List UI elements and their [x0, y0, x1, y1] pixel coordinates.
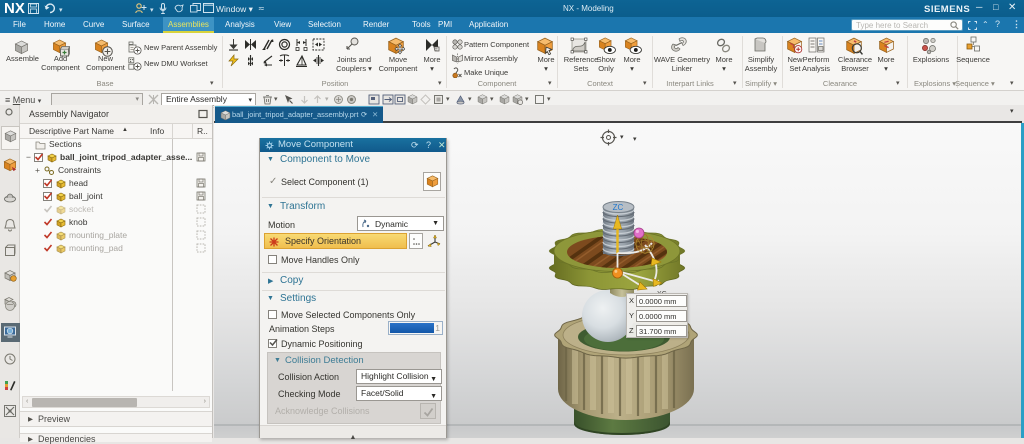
svg-text:ZC: ZC — [613, 203, 624, 212]
